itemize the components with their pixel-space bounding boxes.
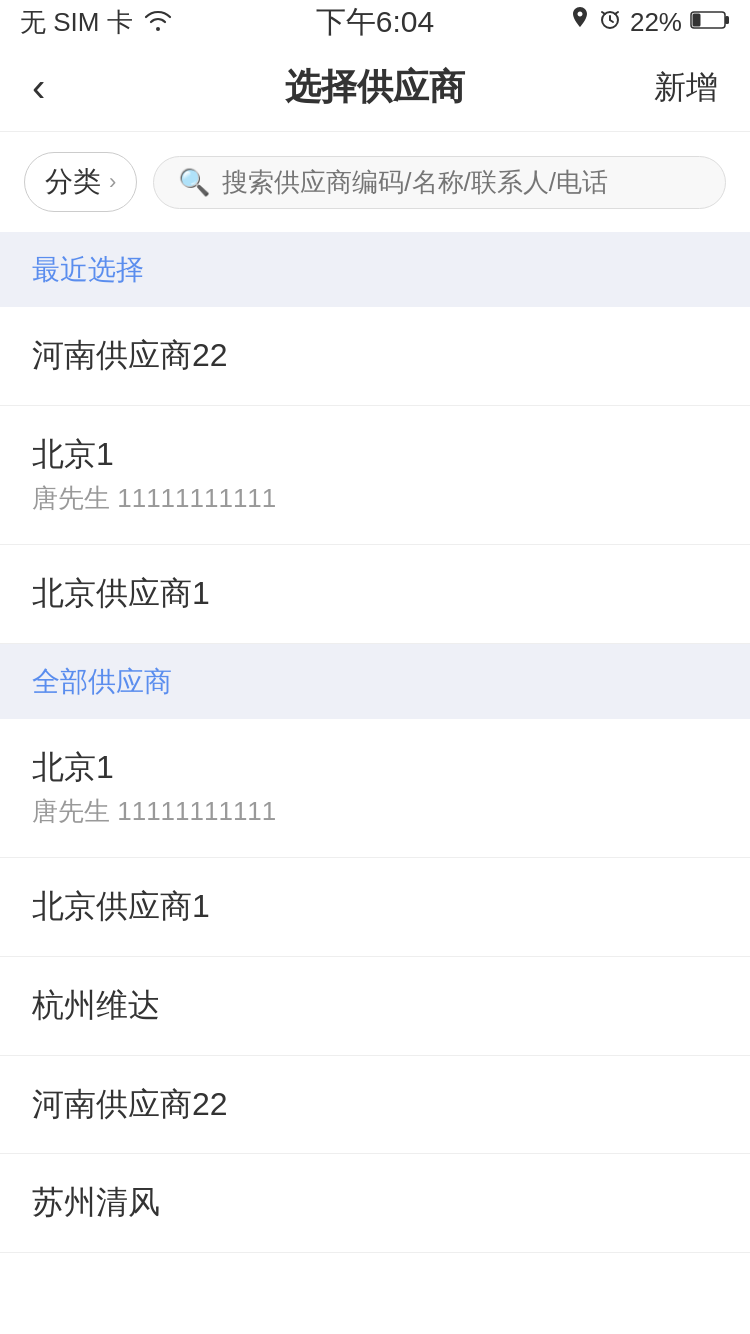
chevron-right-icon: › xyxy=(109,169,116,195)
svg-rect-3 xyxy=(693,13,701,26)
back-button[interactable]: ‹ xyxy=(32,65,92,110)
all-items-list: 北京1 唐先生 11111111111 北京供应商1 杭州维达河南供应商22 苏州清风 xyxy=(0,719,750,1253)
battery-percent: 22% xyxy=(630,7,682,38)
battery-icon xyxy=(690,7,730,38)
all-section-header: 全部供应商 xyxy=(0,644,750,719)
recent-items-list: 河南供应商22 北京1 唐先生 11111111111 北京供应商1 xyxy=(0,307,750,644)
all-list-item[interactable]: 北京供应商1 xyxy=(0,858,750,957)
svg-rect-2 xyxy=(725,16,729,24)
item-name: 苏州清风 xyxy=(32,1182,718,1224)
search-box[interactable]: 🔍 xyxy=(153,156,726,209)
status-left: 无 SIM 卡 xyxy=(20,5,173,40)
nav-bar: ‹ 选择供应商 新增 xyxy=(0,44,750,132)
alarm-icon xyxy=(598,7,622,38)
item-name: 河南供应商22 xyxy=(32,1084,718,1126)
status-bar: 无 SIM 卡 下午6:04 22% xyxy=(0,0,750,44)
wifi-icon xyxy=(143,7,173,38)
add-button[interactable]: 新增 xyxy=(654,66,718,110)
item-name: 北京供应商1 xyxy=(32,573,718,615)
recent-section-title: 最近选择 xyxy=(32,254,144,285)
item-sub: 唐先生 11111111111 xyxy=(32,794,718,829)
all-section-title: 全部供应商 xyxy=(32,666,172,697)
item-name: 北京供应商1 xyxy=(32,886,718,928)
all-list-item[interactable]: 杭州维达 xyxy=(0,957,750,1056)
recent-list-item[interactable]: 北京供应商1 xyxy=(0,545,750,644)
category-label: 分类 xyxy=(45,163,101,201)
item-name: 杭州维达 xyxy=(32,985,718,1027)
filter-bar: 分类 › 🔍 xyxy=(0,132,750,232)
time-display: 下午6:04 xyxy=(316,2,434,43)
recent-list-item[interactable]: 北京1 唐先生 11111111111 xyxy=(0,406,750,546)
item-name: 北京1 xyxy=(32,747,718,789)
status-right: 22% xyxy=(570,7,730,38)
all-list-item[interactable]: 北京1 唐先生 11111111111 xyxy=(0,719,750,859)
all-list-item[interactable]: 苏州清风 xyxy=(0,1154,750,1253)
search-input[interactable] xyxy=(222,167,701,198)
carrier-text: 无 SIM 卡 xyxy=(20,5,133,40)
category-button[interactable]: 分类 › xyxy=(24,152,137,212)
location-icon xyxy=(570,7,590,38)
item-sub: 唐先生 11111111111 xyxy=(32,481,718,516)
item-name: 河南供应商22 xyxy=(32,335,718,377)
item-name: 北京1 xyxy=(32,434,718,476)
all-list-item[interactable]: 河南供应商22 xyxy=(0,1056,750,1155)
recent-list-item[interactable]: 河南供应商22 xyxy=(0,307,750,406)
recent-section-header: 最近选择 xyxy=(0,232,750,307)
search-icon: 🔍 xyxy=(178,167,210,198)
page-title: 选择供应商 xyxy=(285,63,465,112)
